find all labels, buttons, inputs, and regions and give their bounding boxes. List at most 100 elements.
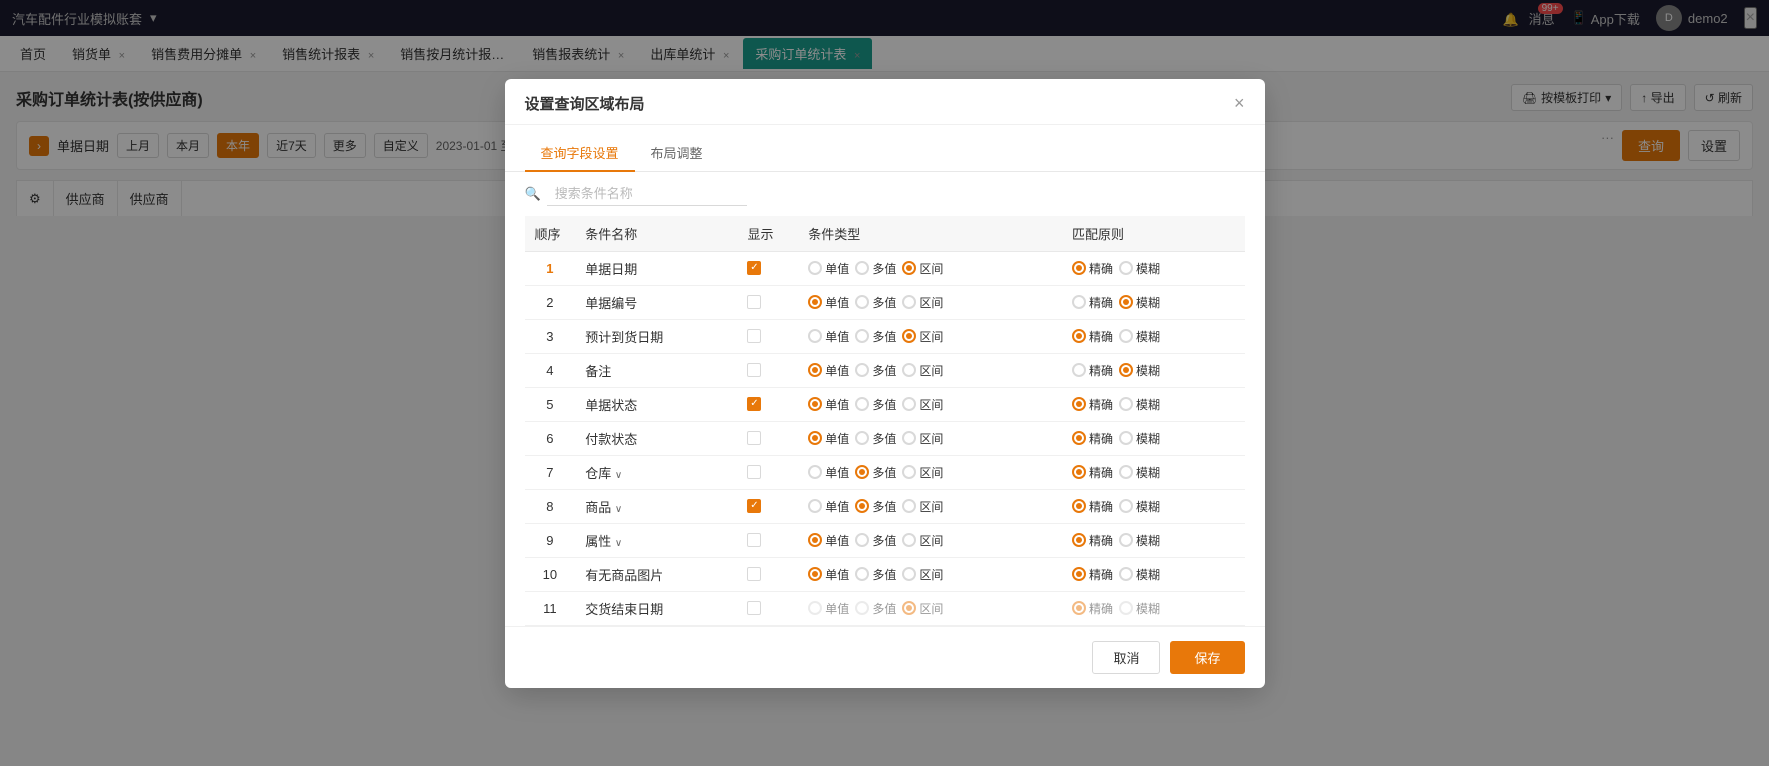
radio-circle[interactable]	[1072, 295, 1086, 309]
radio-circle[interactable]	[808, 261, 822, 275]
radio-circle[interactable]	[855, 329, 869, 343]
radio-circle[interactable]	[1072, 533, 1086, 547]
radio-circle[interactable]	[808, 431, 822, 445]
modal-tab-fields[interactable]: 查询字段设置	[525, 135, 635, 172]
radio-circle[interactable]	[808, 567, 822, 581]
row-show-checkbox[interactable]	[737, 523, 798, 557]
radio-circle[interactable]	[1072, 363, 1086, 377]
row-show-checkbox[interactable]	[737, 557, 798, 591]
radio-circle[interactable]	[1119, 601, 1133, 615]
radio-circle[interactable]	[1072, 261, 1086, 275]
radio-circle[interactable]	[902, 465, 916, 479]
radio-circle[interactable]	[902, 499, 916, 513]
row-condition-name: 单据日期	[575, 251, 737, 285]
radio-circle[interactable]	[1119, 533, 1133, 547]
row-condition-name: 仓库 ∨	[575, 455, 737, 489]
radio-circle[interactable]	[1119, 499, 1133, 513]
checkbox[interactable]	[747, 261, 761, 275]
row-show-checkbox[interactable]	[737, 353, 798, 387]
radio-circle[interactable]	[855, 397, 869, 411]
checkbox[interactable]	[747, 465, 761, 479]
radio-circle[interactable]	[902, 567, 916, 581]
radio-circle[interactable]	[1119, 397, 1133, 411]
radio-circle[interactable]	[855, 431, 869, 445]
th-condition-name: 条件名称	[575, 216, 737, 252]
radio-circle[interactable]	[808, 533, 822, 547]
checkbox[interactable]	[747, 499, 761, 513]
modal-close-button[interactable]: ×	[1234, 94, 1245, 112]
radio-circle[interactable]	[855, 295, 869, 309]
row-show-checkbox[interactable]	[737, 285, 798, 319]
modal-overlay: 设置查询区域布局 × 查询字段设置 布局调整 🔍 顺序 条件名	[0, 0, 1769, 766]
table-row: 6付款状态单值多值区间精确模糊	[525, 421, 1245, 455]
dropdown-icon[interactable]: ∨	[615, 470, 622, 481]
radio-circle[interactable]	[902, 329, 916, 343]
row-condition-name: 商品 ∨	[575, 489, 737, 523]
radio-circle[interactable]	[855, 363, 869, 377]
row-order: 1	[525, 251, 576, 285]
checkbox[interactable]	[747, 431, 761, 445]
cancel-button[interactable]: 取消	[1092, 641, 1160, 674]
checkbox[interactable]	[747, 567, 761, 581]
radio-circle[interactable]	[902, 601, 916, 615]
row-type-radios: 单值多值区间	[798, 557, 1062, 591]
table-row: 10有无商品图片单值多值区间精确模糊	[525, 557, 1245, 591]
radio-circle[interactable]	[1119, 465, 1133, 479]
row-show-checkbox[interactable]	[737, 455, 798, 489]
radio-circle[interactable]	[902, 363, 916, 377]
modal-search-input[interactable]	[547, 182, 747, 206]
radio-circle[interactable]	[1119, 431, 1133, 445]
dropdown-icon[interactable]: ∨	[615, 538, 622, 549]
modal-tab-layout[interactable]: 布局调整	[635, 135, 719, 172]
radio-circle[interactable]	[1072, 329, 1086, 343]
radio-circle[interactable]	[1119, 295, 1133, 309]
checkbox[interactable]	[747, 295, 761, 309]
radio-circle[interactable]	[808, 295, 822, 309]
radio-circle[interactable]	[855, 261, 869, 275]
radio-circle[interactable]	[808, 363, 822, 377]
radio-circle[interactable]	[1072, 499, 1086, 513]
save-button[interactable]: 保存	[1170, 641, 1244, 674]
radio-circle[interactable]	[1072, 465, 1086, 479]
th-type: 条件类型	[798, 216, 1062, 252]
radio-circle[interactable]	[902, 431, 916, 445]
radio-circle[interactable]	[1119, 261, 1133, 275]
row-show-checkbox[interactable]	[737, 319, 798, 353]
row-show-checkbox[interactable]	[737, 591, 798, 625]
radio-circle[interactable]	[902, 533, 916, 547]
checkbox[interactable]	[747, 363, 761, 377]
radio-circle[interactable]	[902, 397, 916, 411]
dropdown-icon[interactable]: ∨	[615, 504, 622, 515]
row-show-checkbox[interactable]	[737, 421, 798, 455]
radio-circle[interactable]	[808, 397, 822, 411]
radio-circle[interactable]	[1072, 397, 1086, 411]
row-show-checkbox[interactable]	[737, 387, 798, 421]
radio-circle[interactable]	[855, 499, 869, 513]
row-order: 3	[525, 319, 576, 353]
checkbox[interactable]	[747, 329, 761, 343]
radio-circle[interactable]	[808, 465, 822, 479]
radio-circle[interactable]	[1072, 601, 1086, 615]
radio-circle[interactable]	[808, 329, 822, 343]
radio-circle[interactable]	[1072, 431, 1086, 445]
row-show-checkbox[interactable]	[737, 251, 798, 285]
radio-circle[interactable]	[855, 533, 869, 547]
radio-circle[interactable]	[1119, 363, 1133, 377]
row-type-radios: 单值多值区间	[798, 353, 1062, 387]
radio-circle[interactable]	[808, 499, 822, 513]
radio-circle[interactable]	[808, 601, 822, 615]
radio-circle[interactable]	[902, 261, 916, 275]
radio-circle[interactable]	[902, 295, 916, 309]
radio-circle[interactable]	[855, 601, 869, 615]
row-order: 2	[525, 285, 576, 319]
radio-circle[interactable]	[1119, 329, 1133, 343]
table-row: 4备注单值多值区间精确模糊	[525, 353, 1245, 387]
checkbox[interactable]	[747, 533, 761, 547]
radio-circle[interactable]	[1119, 567, 1133, 581]
checkbox[interactable]	[747, 601, 761, 615]
radio-circle[interactable]	[855, 567, 869, 581]
row-show-checkbox[interactable]	[737, 489, 798, 523]
radio-circle[interactable]	[855, 465, 869, 479]
checkbox[interactable]	[747, 397, 761, 411]
radio-circle[interactable]	[1072, 567, 1086, 581]
